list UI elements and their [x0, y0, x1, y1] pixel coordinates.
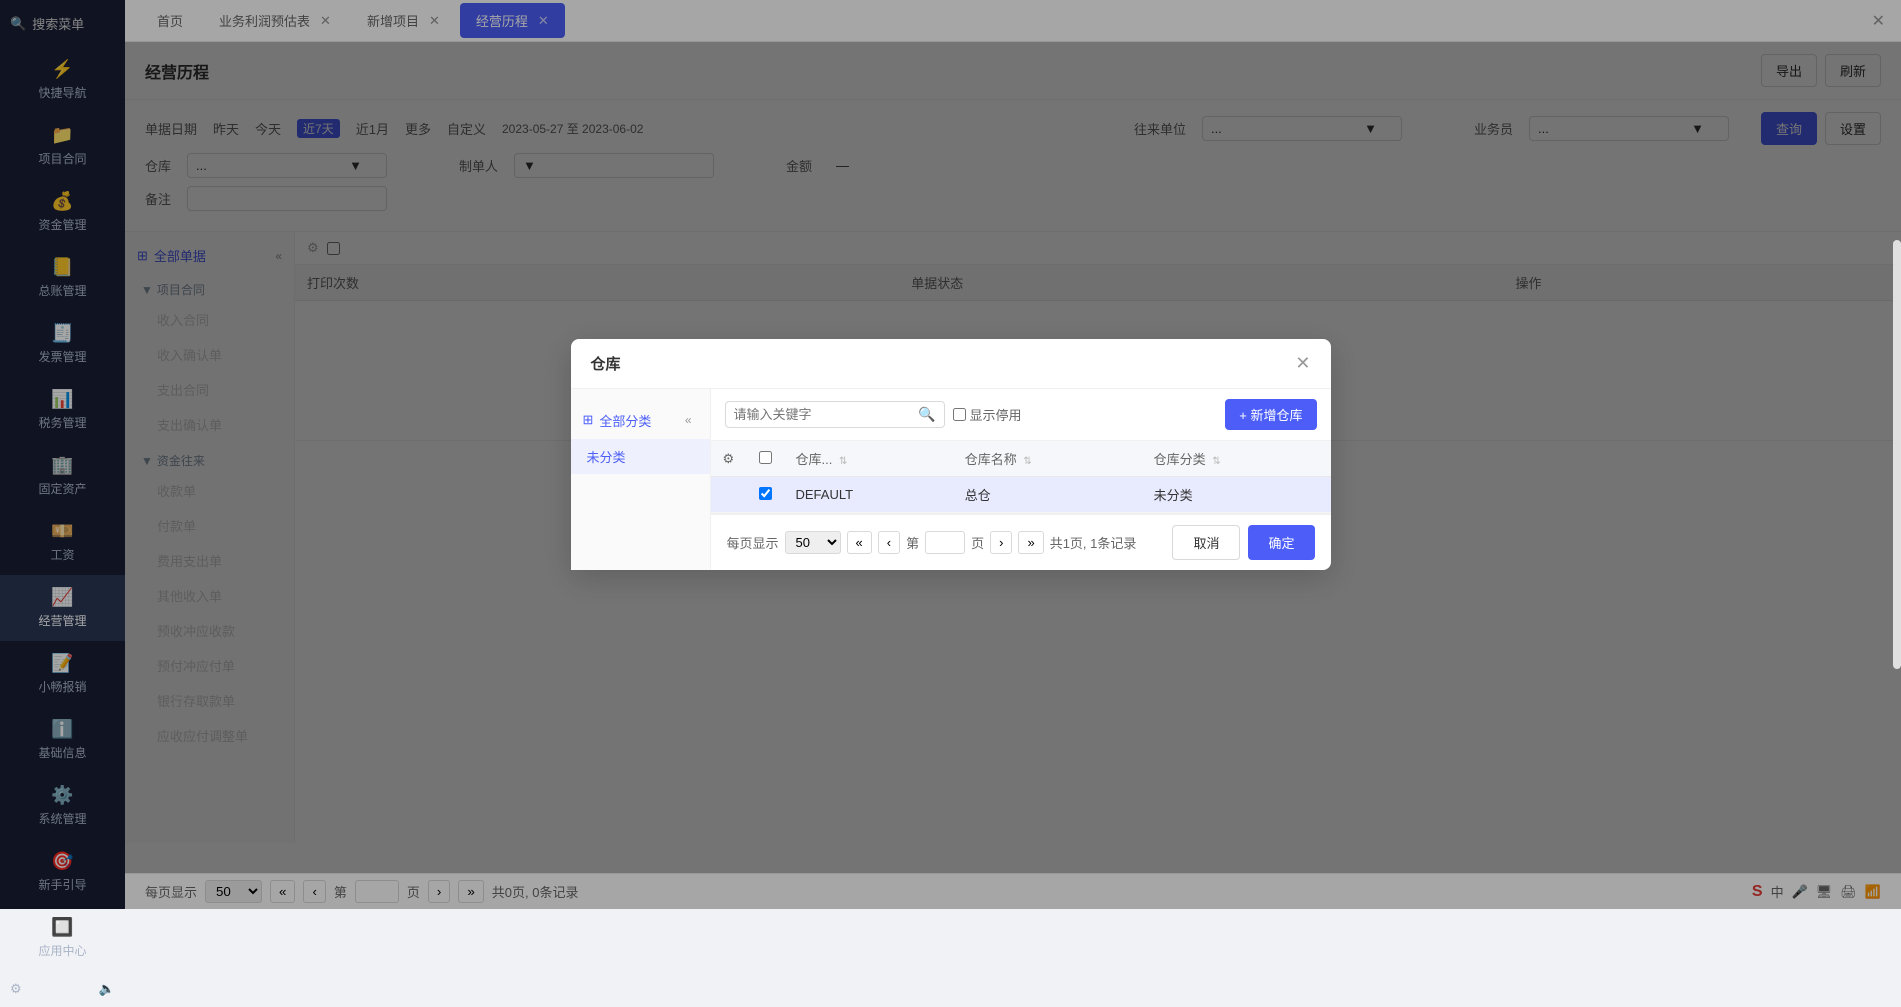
- modal-page-input[interactable]: 1: [925, 531, 965, 554]
- confirm-button[interactable]: 确定: [1248, 525, 1314, 560]
- modal-col-category[interactable]: 仓库分类 ⇅: [1142, 441, 1331, 477]
- modal-col-name[interactable]: 仓库名称 ⇅: [953, 441, 1142, 477]
- show-disabled-label: 显示停用: [953, 405, 1022, 424]
- modal-total-label: 共1页, 1条记录: [1050, 533, 1137, 552]
- name-sort-icon: ⇅: [1023, 456, 1031, 467]
- category-sort-icon: ⇅: [1212, 456, 1220, 467]
- warehouse-modal: 仓库 ✕ ⊞ 全部分类 « 未分类: [571, 339, 1331, 570]
- volume-icon[interactable]: 🔈: [99, 981, 115, 997]
- modal-last-btn[interactable]: »: [1018, 531, 1043, 554]
- modal-gear-icon[interactable]: ⚙: [723, 451, 735, 466]
- sidebar-bottom: ⚙ 🔈: [0, 971, 125, 1007]
- modal-page-label: 页: [971, 533, 984, 552]
- modal-footer: 每页显示 50 100 « ‹ 第 1 页 › »: [711, 514, 1331, 570]
- modal-per-page-select[interactable]: 50 100: [785, 531, 841, 554]
- show-disabled-checkbox[interactable]: [953, 408, 966, 421]
- modal-table-wrap: ⚙ 仓库... ⇅ 仓库名称: [711, 441, 1331, 513]
- row-checkbox-cell: [747, 477, 784, 513]
- modal-pagination: 每页显示 50 100 « ‹ 第 1 页 › »: [727, 531, 1137, 554]
- table-row[interactable]: DEFAULT 总仓 未分类: [711, 477, 1331, 513]
- row-code-cell: DEFAULT: [784, 477, 953, 513]
- row-category-cell: 未分类: [1142, 477, 1331, 513]
- modal-overlay: 仓库 ✕ ⊞ 全部分类 « 未分类: [0, 0, 1901, 909]
- settings-icon[interactable]: ⚙: [10, 981, 22, 997]
- modal-search-input[interactable]: [734, 407, 919, 422]
- modal-next-btn[interactable]: ›: [990, 531, 1012, 554]
- modal-collapse-btn[interactable]: «: [679, 409, 698, 431]
- modal-col-checkbox: [747, 441, 784, 477]
- modal-col-gear: ⚙: [711, 441, 747, 477]
- sidebar-item-app-center[interactable]: 🔲 应用中心: [0, 905, 125, 971]
- modal-toolbar: 🔍 显示停用 + 新增仓库: [711, 389, 1331, 441]
- modal-prev-btn[interactable]: ‹: [878, 531, 900, 554]
- row-checkbox[interactable]: [759, 487, 772, 500]
- modal-right-panel: 🔍 显示停用 + 新增仓库 ⚙: [711, 389, 1331, 570]
- modal-search-wrap: 🔍: [725, 401, 945, 428]
- add-warehouse-button[interactable]: + 新增仓库: [1225, 399, 1316, 430]
- modal-left-panel: ⊞ 全部分类 « 未分类: [571, 389, 711, 570]
- modal-action-buttons: 取消 确定: [1172, 525, 1314, 560]
- modal-category-unclassified[interactable]: 未分类: [571, 439, 710, 474]
- modal-table: ⚙ 仓库... ⇅ 仓库名称: [711, 441, 1331, 513]
- code-sort-icon: ⇅: [839, 456, 847, 467]
- modal-all-category[interactable]: ⊞ 全部分类 «: [571, 401, 710, 439]
- modal-col-code[interactable]: 仓库... ⇅: [784, 441, 953, 477]
- modal-title: 仓库: [591, 353, 621, 374]
- app-center-icon: 🔲: [51, 917, 73, 938]
- modal-footer-area: 每页显示 50 100 « ‹ 第 1 页 › »: [711, 513, 1331, 570]
- row-gear-cell: [711, 477, 747, 513]
- modal-select-all[interactable]: [759, 451, 772, 464]
- grid-icon: ⊞: [583, 412, 594, 428]
- modal-body: ⊞ 全部分类 « 未分类 🔍: [571, 389, 1331, 570]
- modal-header: 仓库 ✕: [571, 339, 1331, 389]
- cancel-button[interactable]: 取消: [1172, 525, 1240, 560]
- modal-close-button[interactable]: ✕: [1295, 353, 1310, 374]
- modal-first-btn[interactable]: «: [847, 531, 872, 554]
- modal-search-icon[interactable]: 🔍: [918, 406, 935, 423]
- row-name-cell: 总仓: [953, 477, 1142, 513]
- modal-page-pre-label: 第: [906, 533, 919, 552]
